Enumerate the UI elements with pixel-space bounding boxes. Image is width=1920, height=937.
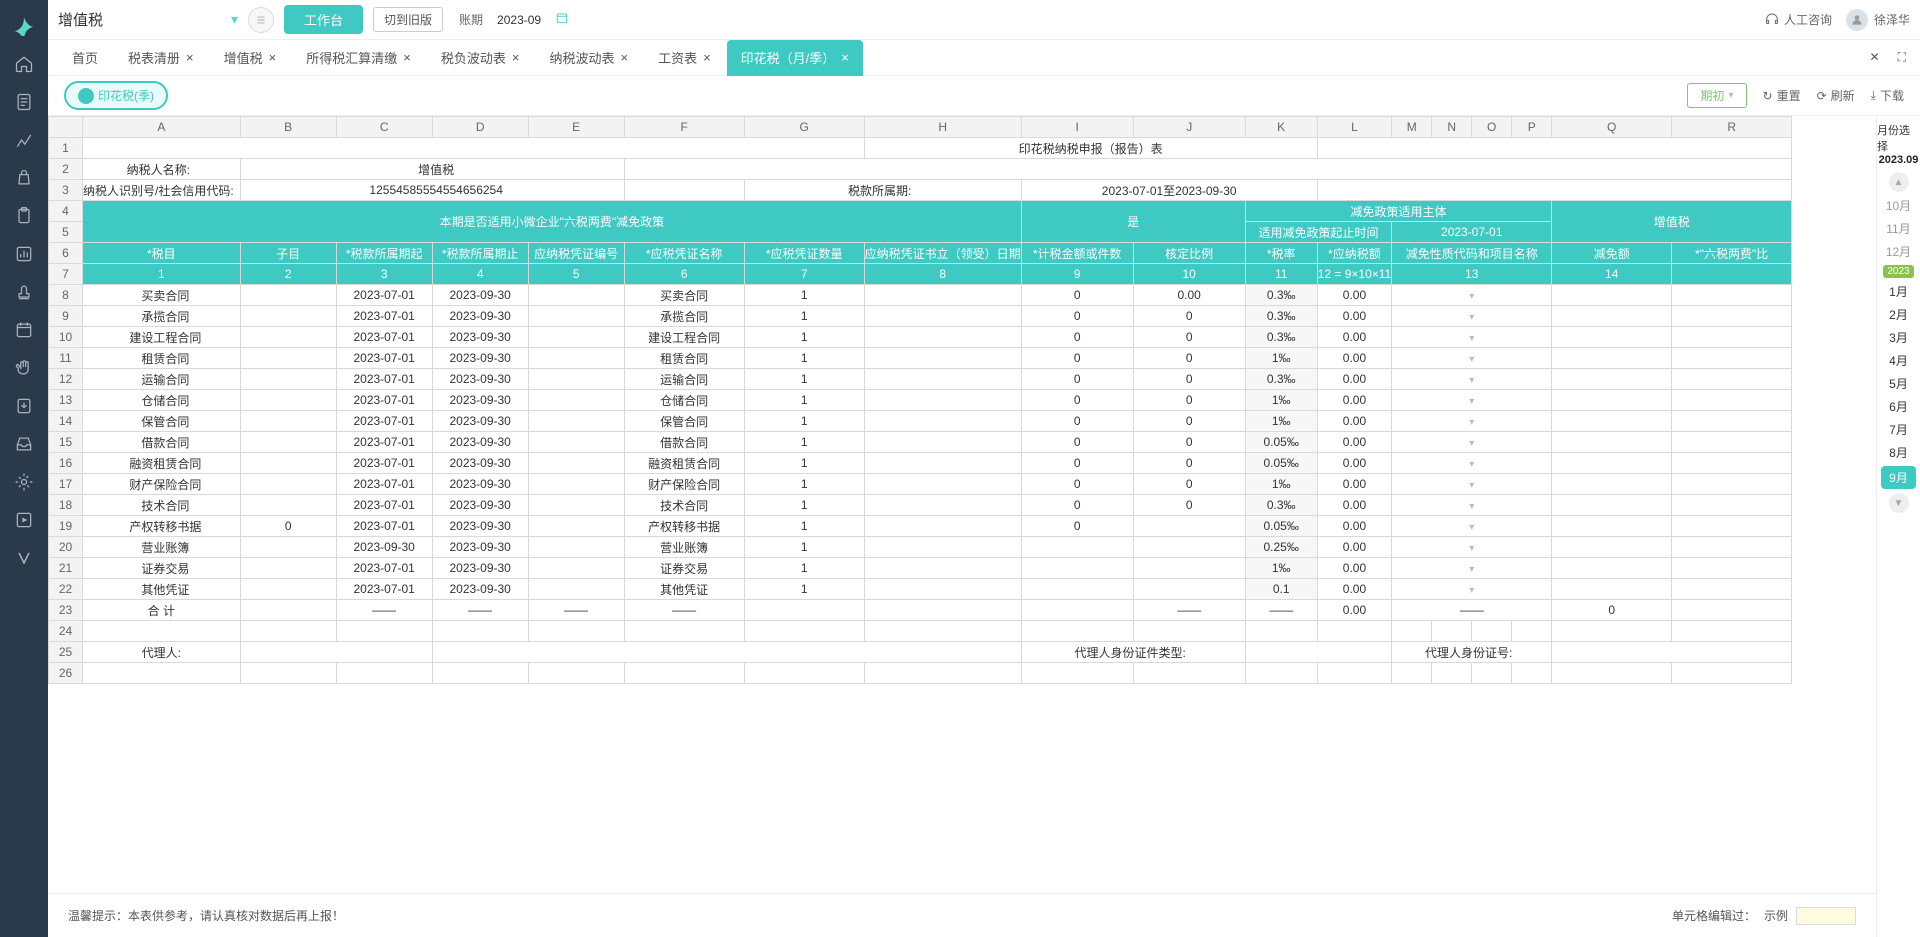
nav-report-icon[interactable] (14, 244, 34, 264)
nav-export-icon[interactable] (14, 396, 34, 416)
app-logo-icon (10, 8, 38, 36)
nav-gear-icon[interactable] (14, 472, 34, 492)
nav-play-icon[interactable] (14, 510, 34, 530)
download-button[interactable]: ⤓ 下载 (1871, 87, 1904, 104)
tab-close-icon[interactable]: × (620, 50, 628, 65)
nav-v-icon[interactable] (14, 548, 34, 568)
expand-icon[interactable]: ⛶ (1894, 48, 1910, 67)
month-6月[interactable]: 6月 (1877, 395, 1920, 418)
example-label: 示例 (1764, 907, 1788, 924)
consult-button[interactable]: 人工咨询 (1764, 11, 1832, 28)
month-3月[interactable]: 3月 (1877, 326, 1920, 349)
nav-inbox-icon[interactable] (14, 434, 34, 454)
refresh-button[interactable]: ⟳ 刷新 (1817, 87, 1855, 104)
side-nav (0, 0, 48, 937)
month-11月[interactable]: 11月 (1886, 217, 1911, 240)
switch-old-button[interactable]: 切到旧版 (373, 7, 443, 32)
tab-印花税（月/季）[interactable]: 印花税（月/季）× (727, 40, 863, 76)
month-5月[interactable]: 5月 (1877, 372, 1920, 395)
tab-工资表[interactable]: 工资表× (644, 40, 725, 76)
close-tab-icon[interactable]: ✕ (1866, 48, 1884, 67)
workspace-button[interactable]: 工作台 (284, 5, 363, 34)
consult-label: 人工咨询 (1784, 11, 1832, 28)
tabs-bar: 首页税表清册×增值税×所得税汇算清缴×税负波动表×纳税波动表×工资表×印花税（月… (48, 40, 1920, 76)
chevron-down-icon: ▾ (231, 11, 238, 28)
cell-edit-label: 单元格编辑过： (1672, 907, 1756, 924)
month-panel: 月份选择 2023.09 ▲ 10月11月12月 2023 1月2月3月4月5月… (1876, 116, 1920, 937)
month-12月[interactable]: 12月 (1886, 240, 1911, 263)
month-9月[interactable]: 9月 (1881, 466, 1916, 489)
spreadsheet[interactable]: ABCDEFGHIJKLMNOPQR1印花税纳税申报（报告）表2纳税人名称:增值… (48, 116, 1792, 684)
tab-纳税波动表[interactable]: 纳税波动表× (535, 40, 642, 76)
example-swatch (1796, 907, 1856, 925)
tab-close-icon[interactable]: × (841, 50, 849, 65)
tab-close-icon[interactable]: × (186, 50, 194, 65)
tab-close-icon[interactable]: × (703, 50, 711, 65)
nav-clipboard-icon[interactable] (14, 206, 34, 226)
nav-chart-icon[interactable] (14, 130, 34, 150)
nav-bag-icon[interactable] (14, 168, 34, 188)
month-10月[interactable]: 10月 (1886, 194, 1911, 217)
month-down-icon[interactable]: ▼ (1889, 493, 1909, 513)
month-7月[interactable]: 7月 (1877, 418, 1920, 441)
reset-button[interactable]: ↻ 重置 (1763, 87, 1801, 104)
company-selector[interactable]: 增值税 ▾ (58, 9, 238, 30)
footer-tip: 温馨提示：本表供参考，请认真核对数据后再上报！ (68, 907, 344, 924)
user-menu[interactable]: 徐泽华 (1846, 9, 1910, 31)
month-2月[interactable]: 2月 (1877, 303, 1920, 326)
avatar-icon (1846, 9, 1868, 31)
username: 徐泽华 (1874, 11, 1910, 28)
tab-所得税汇算清缴[interactable]: 所得税汇算清缴× (292, 40, 425, 76)
tab-增值税[interactable]: 增值税× (210, 40, 291, 76)
subtab-stamp-quarterly[interactable]: 印花税(季) (64, 81, 168, 110)
nav-stamp-icon[interactable] (14, 282, 34, 302)
tab-税表清册[interactable]: 税表清册× (114, 40, 208, 76)
subtabs-bar: 印花税(季) 期初▾ ↻ 重置 ⟳ 刷新 ⤓ 下载 (48, 76, 1920, 116)
tab-首页[interactable]: 首页 (58, 40, 112, 76)
tab-close-icon[interactable]: × (403, 50, 411, 65)
period-value: 2023-09 (497, 13, 541, 27)
subtab-label: 印花税(季) (98, 87, 154, 104)
month-panel-title: 月份选择 (1877, 122, 1920, 154)
qichu-button[interactable]: 期初▾ (1687, 83, 1746, 108)
nav-doc-icon[interactable] (14, 92, 34, 112)
year-tag: 2023 (1883, 265, 1913, 278)
company-name: 增值税 (58, 9, 103, 30)
nav-hand-icon[interactable] (14, 358, 34, 378)
nav-home-icon[interactable] (14, 54, 34, 74)
tab-close-icon[interactable]: × (269, 50, 277, 65)
month-up-icon[interactable]: ▲ (1889, 172, 1909, 192)
month-8月[interactable]: 8月 (1877, 441, 1920, 464)
nav-calendar-icon[interactable] (14, 320, 34, 340)
calendar-icon[interactable] (555, 11, 569, 28)
footer-bar: 温馨提示：本表供参考，请认真核对数据后再上报！ 单元格编辑过： 示例 (48, 893, 1876, 937)
period-label: 账期 (459, 11, 483, 28)
tab-close-icon[interactable]: × (512, 50, 520, 65)
topbar: 增值税 ▾ 工作台 切到旧版 账期 2023-09 人工咨询 徐泽华 (48, 0, 1920, 40)
tab-税负波动表[interactable]: 税负波动表× (427, 40, 534, 76)
collapse-icon[interactable] (248, 7, 274, 33)
month-panel-current: 2023.09 (1879, 154, 1919, 166)
month-1月[interactable]: 1月 (1877, 280, 1920, 303)
month-4月[interactable]: 4月 (1877, 349, 1920, 372)
